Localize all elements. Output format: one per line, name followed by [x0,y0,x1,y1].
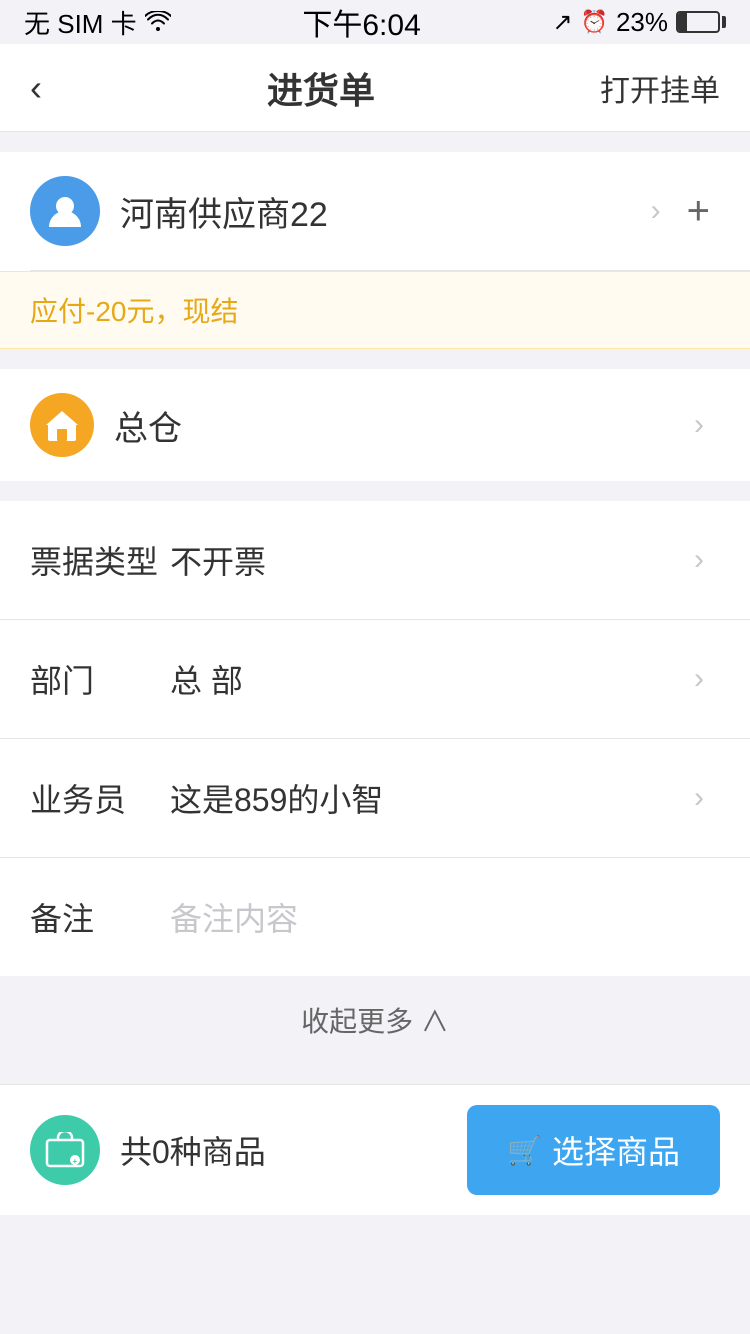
warehouse-chevron-icon: › [694,408,704,442]
section-gap-2 [0,349,750,369]
invoice-chevron-icon: › [694,543,704,577]
warehouse-row[interactable]: 总仓 › [0,369,750,481]
section-gap-3 [0,481,750,501]
warehouse-name: 总仓 [114,401,694,450]
notice-bar: 应付-20元，现结 [0,271,750,349]
department-value: 总 部 [170,656,694,702]
cart-icon: 🛒 [507,1134,542,1167]
invoice-type-value: 不开票 [170,537,694,583]
remark-label: 备注 [30,894,170,940]
select-btn-label: 选择商品 [552,1127,680,1173]
page-title: 进货单 [267,62,375,114]
section-gap-1 [0,132,750,152]
warehouse-icon [30,393,94,457]
supplier-name: 河南供应商22 [120,187,651,236]
status-bar: 无 SIM 卡 下午6:04 ↗ ⏰ 23% [0,0,750,44]
main-content: 河南供应商22 › + 应付-20元，现结 总仓 › 票据类型 不开票 [0,132,750,1334]
battery-indicator [676,11,726,33]
status-left: 无 SIM 卡 [24,4,171,41]
battery-percentage: 23% [616,7,668,38]
supplier-avatar [30,176,100,246]
invoice-type-row[interactable]: 票据类型 不开票 › [0,501,750,620]
department-chevron-icon: › [694,662,704,696]
status-right: ↗ ⏰ 23% [552,7,726,38]
back-button[interactable]: ‹ [30,67,42,109]
supplier-chevron-icon: › [651,194,661,228]
supplier-row[interactable]: 河南供应商22 › + [0,152,750,270]
salesperson-chevron-icon: › [694,781,704,815]
department-label: 部门 [30,656,170,702]
salesperson-row[interactable]: 业务员 这是859的小智 › [0,739,750,858]
notice-text: 应付-20元，现结 [30,296,238,327]
status-time: 下午6:04 [302,0,420,44]
open-pending-button[interactable]: 打开挂单 [600,66,720,110]
department-row[interactable]: 部门 总 部 › [0,620,750,739]
supplier-section: 河南供应商22 › + 应付-20元，现结 [0,152,750,349]
salesperson-value: 这是859的小智 [170,775,694,821]
select-product-button[interactable]: 🛒 选择商品 [467,1105,720,1195]
add-supplier-button[interactable]: + [677,189,720,234]
location-icon: ↗ [552,8,572,37]
collapse-text: 收起更多 ∧ [301,1006,449,1037]
carrier-text: 无 SIM 卡 [24,4,137,41]
svg-text:+: + [73,1157,78,1166]
product-icon-wrap: + [30,1115,100,1185]
salesperson-label: 业务员 [30,775,170,821]
collapse-bar[interactable]: 收起更多 ∧ [0,976,750,1064]
remark-row[interactable]: 备注 备注内容 [0,858,750,976]
invoice-type-label: 票据类型 [30,537,170,583]
alarm-icon: ⏰ [581,9,608,35]
remark-input[interactable]: 备注内容 [170,894,720,940]
wifi-icon [145,7,171,38]
product-count: 共0种商品 [120,1127,467,1173]
bottom-bar: + 共0种商品 🛒 选择商品 [0,1084,750,1215]
form-section: 票据类型 不开票 › 部门 总 部 › 业务员 这是859的小智 › 备注 备注… [0,501,750,976]
nav-bar: ‹ 进货单 打开挂单 [0,44,750,132]
section-gap-4 [0,1064,750,1084]
